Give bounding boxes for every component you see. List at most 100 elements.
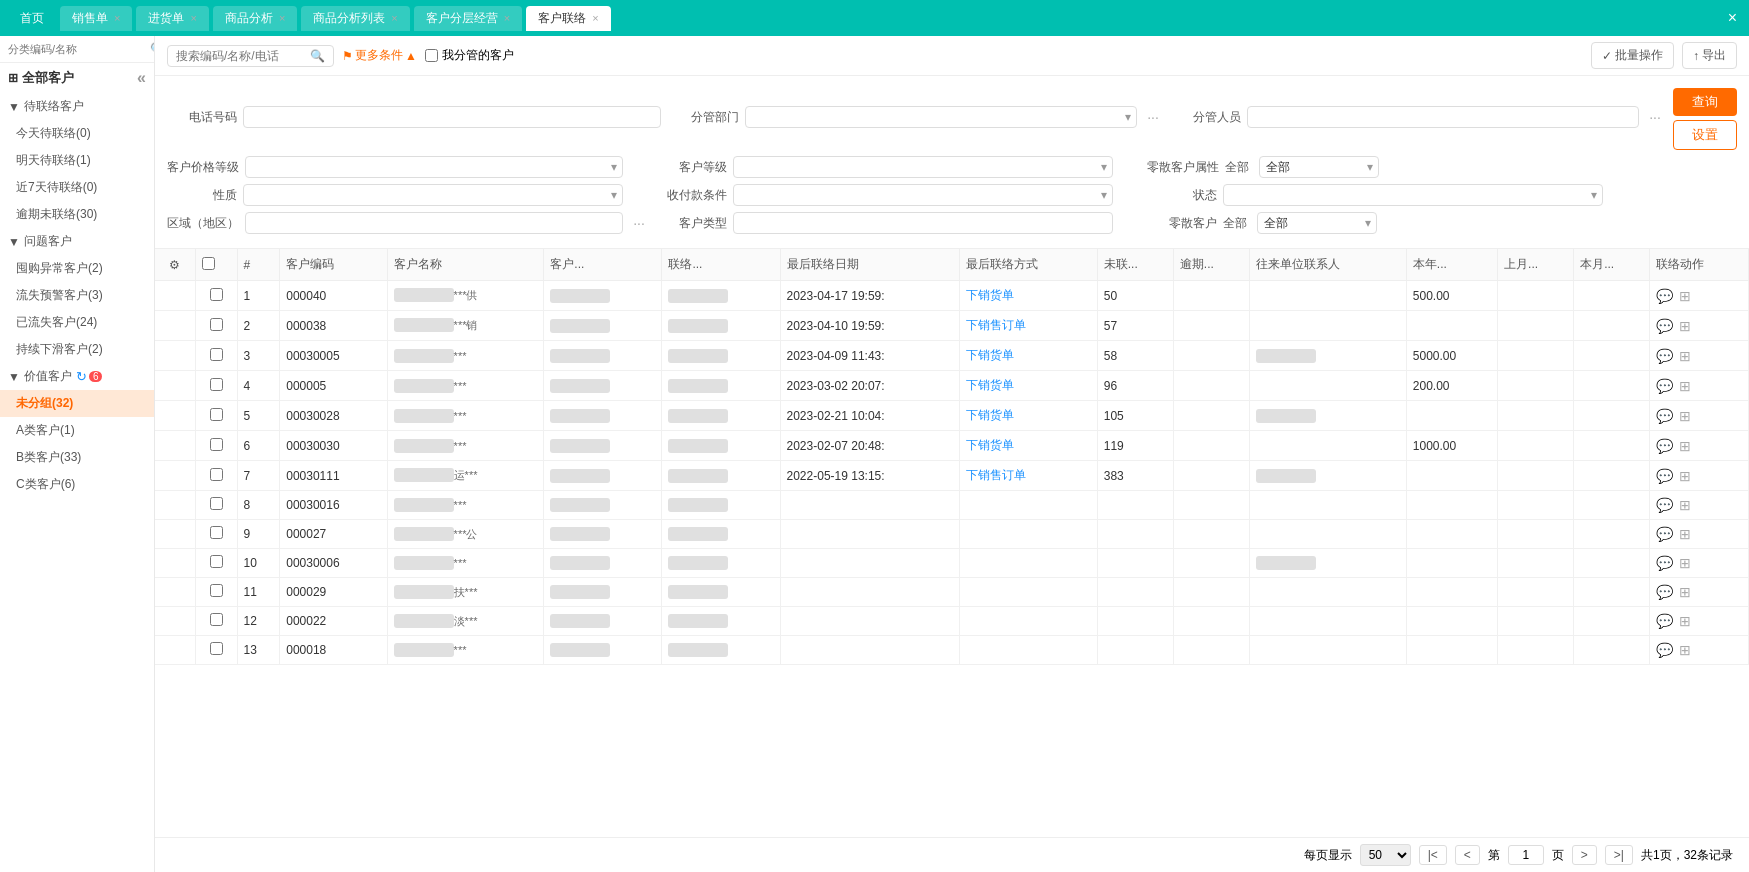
close-all-button[interactable]: ×: [1724, 5, 1741, 31]
sidebar-item-7days[interactable]: 近7天待联络(0): [0, 174, 154, 201]
grid-action-icon[interactable]: ⊞: [1679, 555, 1691, 571]
row-checkbox[interactable]: [210, 378, 223, 391]
th-type[interactable]: 客户...: [544, 249, 662, 281]
row-checkbox[interactable]: [210, 584, 223, 597]
all-customers-header[interactable]: ⊞ 全部客户 «: [0, 63, 154, 93]
td-checkbox[interactable]: [195, 311, 237, 341]
td-checkbox[interactable]: [195, 461, 237, 491]
per-page-select[interactable]: 50 100: [1360, 844, 1411, 866]
sidebar-item-ungrouped[interactable]: 未分组(32): [0, 390, 154, 417]
th-last-contact-date[interactable]: 最后联络日期: [780, 249, 960, 281]
sidebar-item-declining[interactable]: 持续下滑客户(2): [0, 336, 154, 363]
td-checkbox[interactable]: [195, 520, 237, 549]
page-input[interactable]: [1508, 845, 1544, 865]
sidebar-group-value[interactable]: ▼ 价值客户 ↻ 6: [0, 363, 154, 390]
tab-goods-list[interactable]: 商品分析列表 ×: [301, 6, 409, 31]
td-checkbox[interactable]: [195, 431, 237, 461]
td-last-contact-way[interactable]: 下销货单: [960, 341, 1098, 371]
row-checkbox[interactable]: [210, 526, 223, 539]
chat-icon[interactable]: 💬: [1656, 288, 1673, 304]
th-this-month[interactable]: 本月...: [1574, 249, 1650, 281]
search-button[interactable]: 查询: [1673, 88, 1737, 116]
tab-purchase[interactable]: 进货单 ×: [136, 6, 208, 31]
td-checkbox[interactable]: [195, 371, 237, 401]
sidebar-item-churn-warn[interactable]: 流失预警客户(3): [0, 282, 154, 309]
retail-select[interactable]: 全部: [1257, 212, 1377, 234]
th-gear[interactable]: ⚙: [155, 249, 195, 281]
chat-icon[interactable]: 💬: [1656, 555, 1673, 571]
reset-button[interactable]: 设置: [1673, 120, 1737, 150]
sidebar-group-pending[interactable]: ▼ 待联络客户: [0, 93, 154, 120]
row-checkbox[interactable]: [210, 288, 223, 301]
grid-action-icon[interactable]: ⊞: [1679, 288, 1691, 304]
tab-sales[interactable]: 销售单 ×: [60, 6, 132, 31]
th-checkbox[interactable]: [195, 249, 237, 281]
sidebar-item-churned[interactable]: 已流失客户(24): [0, 309, 154, 336]
more-conditions-btn[interactable]: ⚑ 更多条件 ▲: [342, 47, 417, 64]
payment-select[interactable]: [733, 184, 1113, 206]
td-checkbox[interactable]: [195, 401, 237, 431]
sidebar-item-tomorrow[interactable]: 明天待联络(1): [0, 147, 154, 174]
chat-icon[interactable]: 💬: [1656, 613, 1673, 629]
row-checkbox[interactable]: [210, 408, 223, 421]
grid-action-icon[interactable]: ⊞: [1679, 497, 1691, 513]
region-dots[interactable]: ···: [629, 215, 649, 231]
td-last-contact-way[interactable]: 下销货单: [960, 371, 1098, 401]
region-input[interactable]: [245, 212, 623, 234]
th-name[interactable]: 客户名称: [387, 249, 544, 281]
search-icon[interactable]: 🔍: [310, 49, 325, 63]
tab-customer-layer[interactable]: 客户分层经营 ×: [414, 6, 522, 31]
th-last-contact-way[interactable]: 最后联络方式: [960, 249, 1098, 281]
export-button[interactable]: ↑ 导出: [1682, 42, 1737, 69]
chat-icon[interactable]: 💬: [1656, 584, 1673, 600]
grid-action-icon[interactable]: ⊞: [1679, 378, 1691, 394]
sidebar-item-class-c[interactable]: C类客户(6): [0, 471, 154, 498]
chat-icon[interactable]: 💬: [1656, 642, 1673, 658]
sidebar-group-problem[interactable]: ▼ 问题客户: [0, 228, 154, 255]
status-select[interactable]: [1223, 184, 1603, 206]
grid-action-icon[interactable]: ⊞: [1679, 642, 1691, 658]
sidebar-item-class-a[interactable]: A类客户(1): [0, 417, 154, 444]
batch-op-button[interactable]: ✓ 批量操作: [1591, 42, 1674, 69]
ctype-input[interactable]: [733, 212, 1113, 234]
level-select[interactable]: [733, 156, 1113, 178]
grid-action-icon[interactable]: ⊞: [1679, 526, 1691, 542]
tab-goods-list-close[interactable]: ×: [391, 12, 397, 24]
grid-action-icon[interactable]: ⊞: [1679, 613, 1691, 629]
my-customers-checkbox[interactable]: 我分管的客户: [425, 47, 514, 64]
nature-select[interactable]: [243, 184, 623, 206]
chat-icon[interactable]: 💬: [1656, 526, 1673, 542]
th-last-month[interactable]: 上月...: [1498, 249, 1574, 281]
contact-way-link[interactable]: 下销货单: [966, 408, 1014, 422]
manager-dots[interactable]: ···: [1645, 109, 1665, 125]
row-checkbox[interactable]: [210, 497, 223, 510]
chat-icon[interactable]: 💬: [1656, 497, 1673, 513]
my-customers-check-input[interactable]: [425, 49, 438, 62]
chat-icon[interactable]: 💬: [1656, 318, 1673, 334]
prev-page-btn[interactable]: <: [1455, 845, 1480, 865]
row-checkbox[interactable]: [210, 642, 223, 655]
next-page-btn[interactable]: >: [1572, 845, 1597, 865]
chat-icon[interactable]: 💬: [1656, 348, 1673, 364]
td-last-contact-way[interactable]: 下销货单: [960, 431, 1098, 461]
manager-input[interactable]: [1247, 106, 1639, 128]
row-checkbox[interactable]: [210, 318, 223, 331]
sidebar-item-today[interactable]: 今天待联络(0): [0, 120, 154, 147]
tab-customer-layer-close[interactable]: ×: [504, 12, 510, 24]
td-last-contact-way[interactable]: 下销售订单: [960, 311, 1098, 341]
td-checkbox[interactable]: [195, 636, 237, 665]
tab-goods-analysis-close[interactable]: ×: [279, 12, 285, 24]
row-checkbox[interactable]: [210, 613, 223, 626]
tab-goods-analysis[interactable]: 商品分析 ×: [213, 6, 297, 31]
chat-icon[interactable]: 💬: [1656, 378, 1673, 394]
td-checkbox[interactable]: [195, 578, 237, 607]
td-checkbox[interactable]: [195, 341, 237, 371]
row-checkbox[interactable]: [210, 348, 223, 361]
chat-icon[interactable]: 💬: [1656, 408, 1673, 424]
retail-attr-select[interactable]: 全部: [1259, 156, 1379, 178]
grid-action-icon[interactable]: ⊞: [1679, 348, 1691, 364]
phone-input[interactable]: [243, 106, 661, 128]
sidebar-search-input[interactable]: [8, 43, 146, 55]
dept-select[interactable]: [745, 106, 1137, 128]
th-not-contacted[interactable]: 未联...: [1097, 249, 1173, 281]
